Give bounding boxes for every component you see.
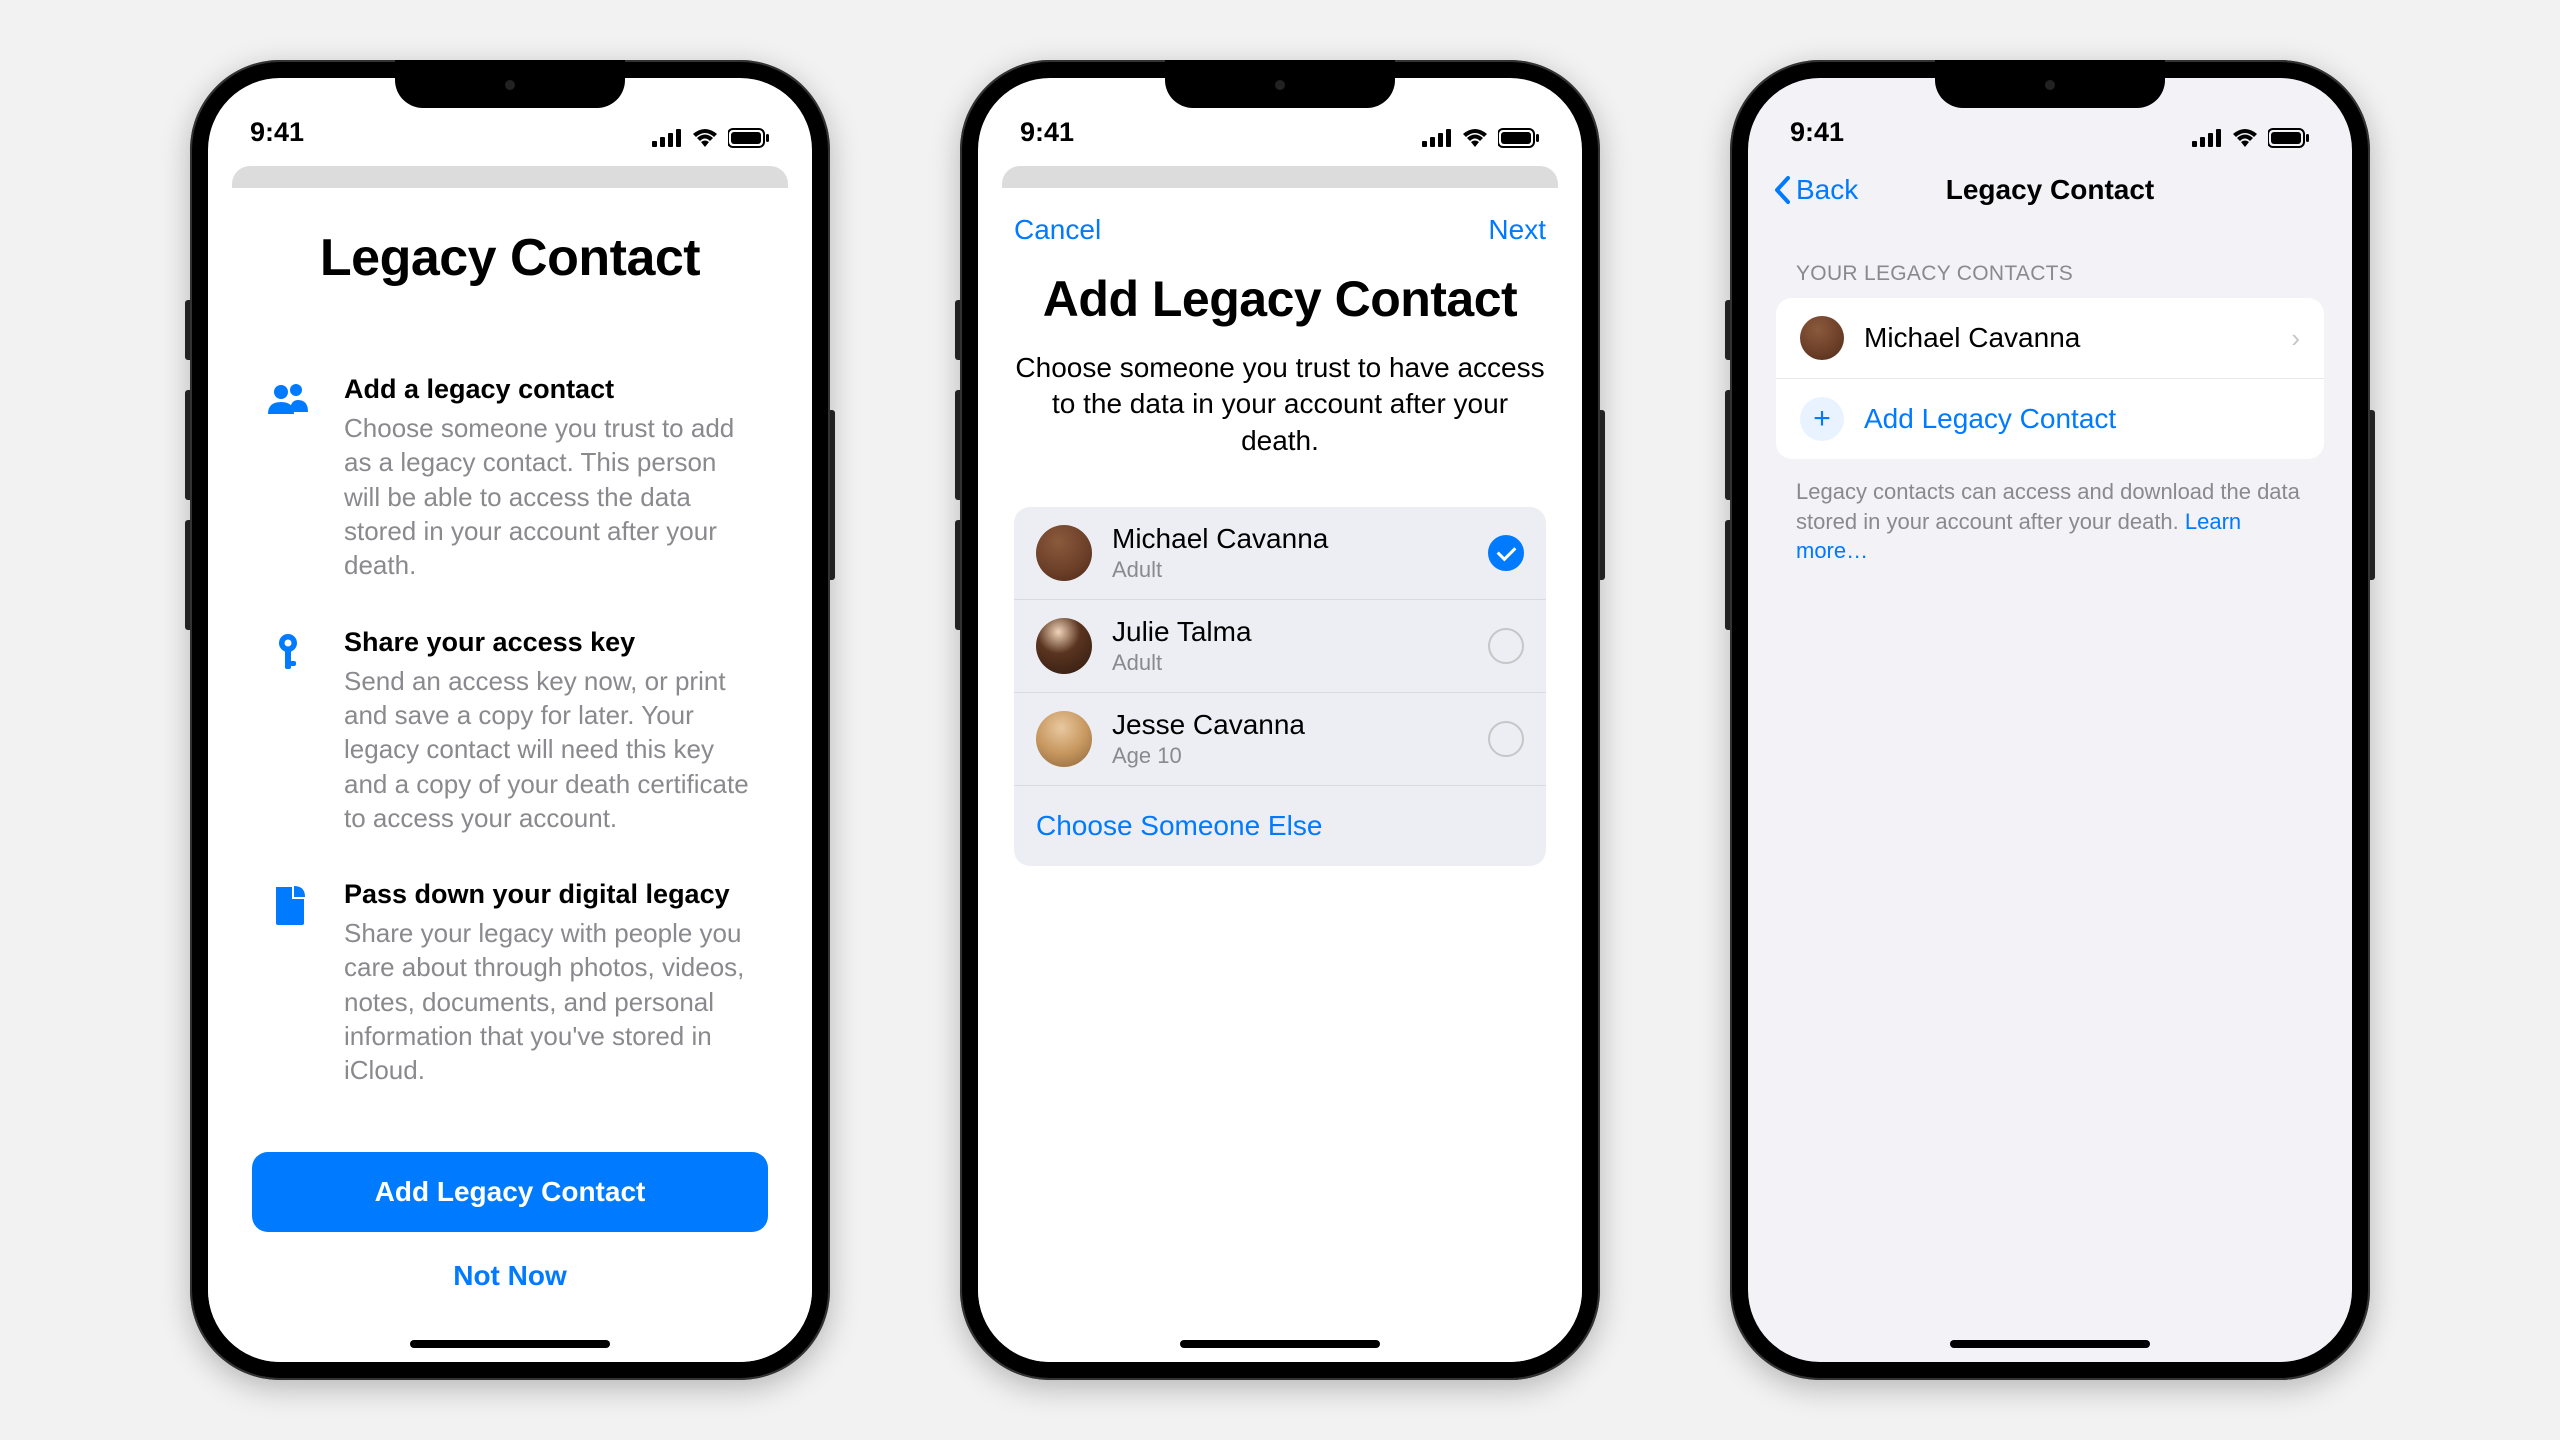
cellular-icon xyxy=(1422,129,1452,147)
section-header: YOUR LEGACY CONTACTS xyxy=(1748,224,2352,298)
status-time: 9:41 xyxy=(250,117,304,148)
legacy-contact-row[interactable]: Michael Cavanna › xyxy=(1776,298,2324,379)
contact-sub: Adult xyxy=(1112,650,1468,676)
status-time: 9:41 xyxy=(1790,117,1844,148)
info-body-1: Choose someone you trust to add as a leg… xyxy=(344,411,754,583)
contact-name: Michael Cavanna xyxy=(1112,523,1468,555)
cellular-icon xyxy=(652,129,682,147)
nav-bar: Back Legacy Contact xyxy=(1748,156,2352,224)
battery-icon xyxy=(1498,128,1540,148)
add-legacy-contact-row[interactable]: + Add Legacy Contact xyxy=(1776,379,2324,459)
battery-icon xyxy=(728,128,770,148)
legacy-contacts-list: Michael Cavanna › + Add Legacy Contact xyxy=(1776,298,2324,459)
info-body-3: Share your legacy with people you care a… xyxy=(344,916,754,1088)
contact-row[interactable]: Michael Cavanna Adult xyxy=(1014,507,1546,600)
people-icon xyxy=(266,378,314,583)
contact-name: Michael Cavanna xyxy=(1864,322,2080,354)
radio-unchecked-icon[interactable] xyxy=(1488,628,1524,664)
back-button[interactable]: Back xyxy=(1772,174,1858,206)
page-title: Add Legacy Contact xyxy=(1014,270,1546,328)
cellular-icon xyxy=(2192,129,2222,147)
status-time: 9:41 xyxy=(1020,117,1074,148)
add-legacy-contact-button[interactable]: Add Legacy Contact xyxy=(252,1152,768,1232)
home-indicator[interactable] xyxy=(1950,1340,2150,1348)
contact-name: Julie Talma xyxy=(1112,616,1468,648)
contact-list: Michael Cavanna Adult Julie Talma Adult xyxy=(1014,507,1546,866)
info-title-1: Add a legacy contact xyxy=(344,374,754,405)
chevron-right-icon: › xyxy=(2291,323,2300,354)
footer-text: Legacy contacts can access and download … xyxy=(1748,459,2352,584)
radio-unchecked-icon[interactable] xyxy=(1488,721,1524,757)
key-icon xyxy=(266,631,314,836)
phone-2: 9:41 Cancel Next Add Legacy Contact Choo… xyxy=(960,60,1600,1380)
info-title-3: Pass down your digital legacy xyxy=(344,879,754,910)
radio-checked-icon[interactable] xyxy=(1488,535,1524,571)
nav-title: Legacy Contact xyxy=(1946,174,2155,206)
wifi-icon xyxy=(1462,128,1488,148)
next-button[interactable]: Next xyxy=(1488,214,1546,246)
phone-1: 9:41 Legacy Contact Add a legacy xyxy=(190,60,830,1380)
phone-3: 9:41 Back Legacy Contact YOUR LEGACY CON… xyxy=(1730,60,2370,1380)
contact-name: Jesse Cavanna xyxy=(1112,709,1468,741)
avatar xyxy=(1036,711,1092,767)
chevron-left-icon xyxy=(1772,175,1792,205)
avatar xyxy=(1036,525,1092,581)
contact-sub: Adult xyxy=(1112,557,1468,583)
info-body-2: Send an access key now, or print and sav… xyxy=(344,664,754,836)
wifi-icon xyxy=(692,128,718,148)
page-title: Legacy Contact xyxy=(244,228,776,288)
add-legacy-contact-label: Add Legacy Contact xyxy=(1864,403,2116,435)
wifi-icon xyxy=(2232,128,2258,148)
contact-row[interactable]: Julie Talma Adult xyxy=(1014,600,1546,693)
contact-sub: Age 10 xyxy=(1112,743,1468,769)
choose-someone-else-button[interactable]: Choose Someone Else xyxy=(1014,786,1546,866)
cancel-button[interactable]: Cancel xyxy=(1014,214,1101,246)
page-subtitle: Choose someone you trust to have access … xyxy=(1014,350,1546,459)
document-icon xyxy=(266,883,314,1088)
battery-icon xyxy=(2268,128,2310,148)
not-now-button[interactable]: Not Now xyxy=(244,1260,776,1292)
contact-row[interactable]: Jesse Cavanna Age 10 xyxy=(1014,693,1546,786)
avatar xyxy=(1036,618,1092,674)
avatar xyxy=(1800,316,1844,360)
info-title-2: Share your access key xyxy=(344,627,754,658)
home-indicator[interactable] xyxy=(410,1340,610,1348)
plus-icon: + xyxy=(1800,397,1844,441)
home-indicator[interactable] xyxy=(1180,1340,1380,1348)
